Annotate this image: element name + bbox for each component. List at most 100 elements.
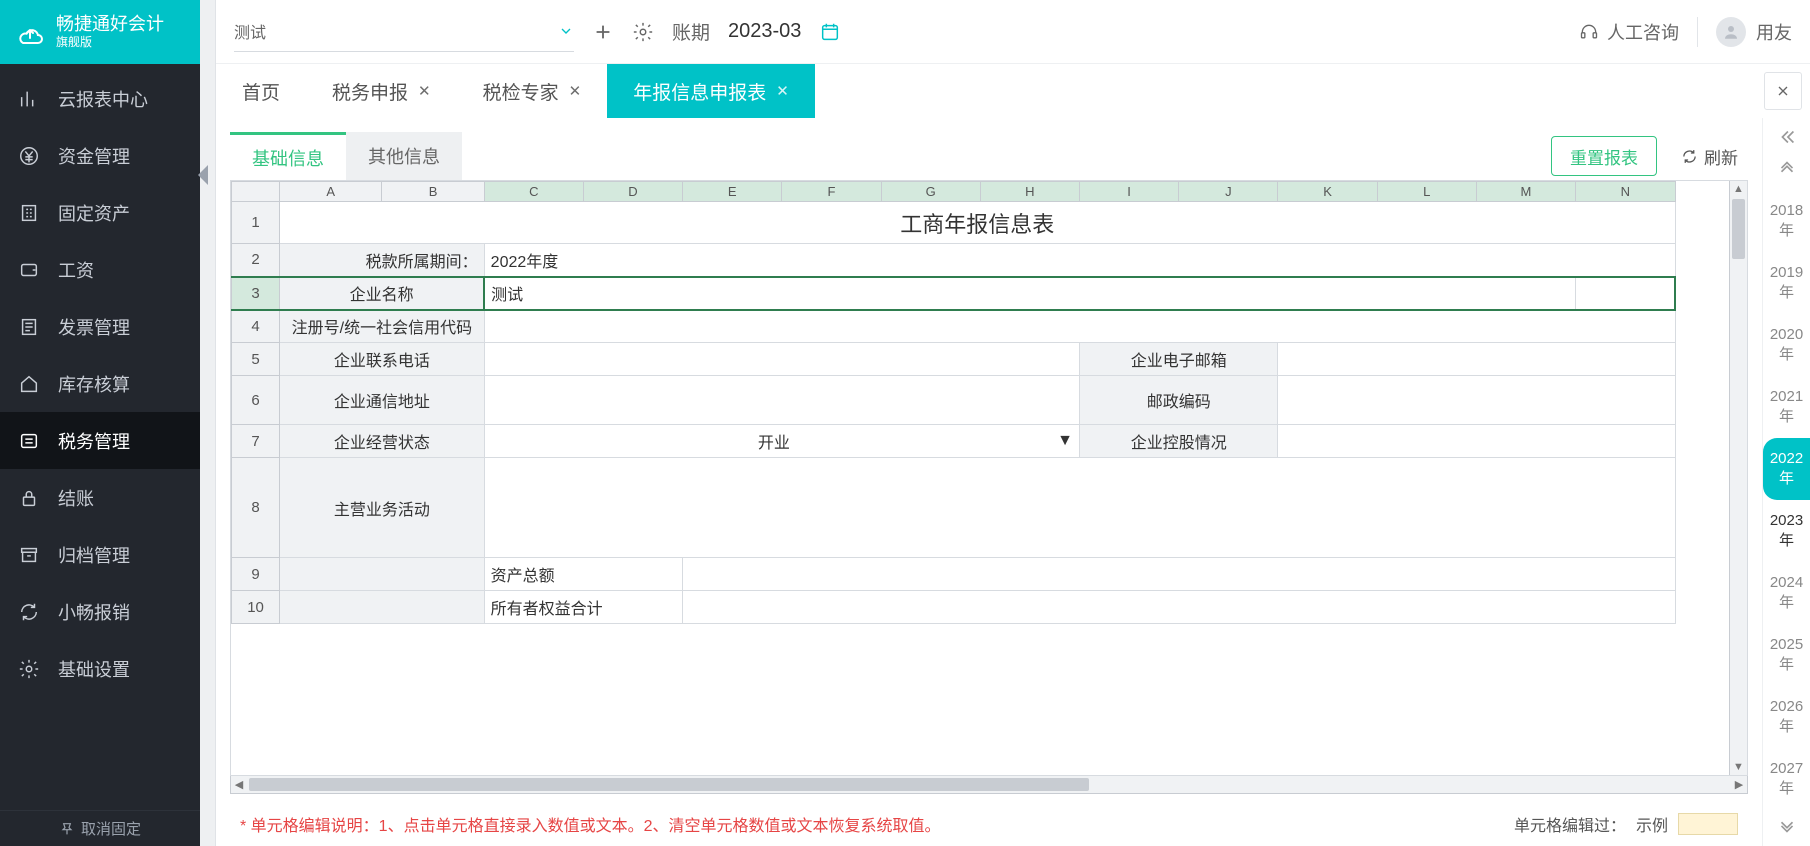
sidebar-item-settings[interactable]: 基础设置 <box>0 640 200 697</box>
company-settings-button[interactable] <box>632 21 654 43</box>
close-icon[interactable]: ✕ <box>776 82 789 100</box>
scrollbar-thumb[interactable] <box>1732 199 1745 259</box>
refresh-button[interactable]: 刷新 <box>1671 136 1748 176</box>
col-header[interactable]: F <box>782 182 881 202</box>
tab-tax-declare[interactable]: 税务申报✕ <box>306 64 457 118</box>
sidebar-item-archive[interactable]: 归档管理 <box>0 526 200 583</box>
year-2018[interactable]: 2018年 <box>1763 190 1810 252</box>
calendar-button[interactable] <box>819 21 841 43</box>
sidebar-item-closing[interactable]: 结账 <box>0 469 200 526</box>
cell-value[interactable] <box>683 558 1675 591</box>
col-header[interactable]: I <box>1079 182 1178 202</box>
cell-label[interactable]: 企业通信地址 <box>280 376 485 425</box>
cell-value[interactable] <box>1278 343 1675 376</box>
cell-value[interactable] <box>484 376 1079 425</box>
tab-tax-expert[interactable]: 税检专家✕ <box>457 64 608 118</box>
cell-label[interactable]: 注册号/统一社会信用代码 <box>280 310 485 343</box>
subtab-other[interactable]: 其他信息 <box>346 132 462 180</box>
cell-value[interactable] <box>484 458 1675 558</box>
company-selector[interactable]: 测试 <box>234 12 574 52</box>
subtab-basic[interactable]: 基础信息 <box>230 132 346 180</box>
sheet-title[interactable]: 工商年报信息表 <box>280 202 1675 244</box>
sidebar-item-expense[interactable]: 小畅报销 <box>0 583 200 640</box>
cell-label[interactable]: 主营业务活动 <box>280 458 485 558</box>
sidebar-item-report-center[interactable]: 云报表中心 <box>0 70 200 127</box>
user-menu[interactable]: 用友 <box>1716 17 1792 47</box>
scroll-right-icon[interactable]: ▶ <box>1731 778 1747 791</box>
scroll-left-icon[interactable]: ◀ <box>231 778 247 791</box>
scroll-down-icon[interactable]: ▼ <box>1730 759 1747 775</box>
cell-label[interactable] <box>280 591 485 624</box>
cell-value[interactable] <box>484 310 1675 343</box>
cell-value[interactable]: 2022年度 <box>484 244 1675 277</box>
cell-label[interactable] <box>280 558 485 591</box>
cell-label[interactable]: 企业名称 <box>280 277 485 310</box>
sidebar-item-fund[interactable]: 资金管理 <box>0 127 200 184</box>
reset-report-button[interactable]: 重置报表 <box>1551 136 1657 176</box>
year-2025[interactable]: 2025年 <box>1763 624 1810 686</box>
close-icon[interactable]: ✕ <box>569 82 582 100</box>
scroll-up-rail-icon[interactable] <box>1776 158 1798 180</box>
sheet-grid[interactable]: A B C D E F G H I J K L <box>231 181 1676 624</box>
row-header[interactable]: 10 <box>232 591 280 624</box>
cell-label[interactable]: 所有者权益合计 <box>484 591 682 624</box>
col-header[interactable]: A <box>280 182 382 202</box>
cell-value[interactable] <box>484 343 1079 376</box>
sidebar-item-salary[interactable]: 工资 <box>0 241 200 298</box>
year-2019[interactable]: 2019年 <box>1763 252 1810 314</box>
cell-label[interactable]: 邮政编码 <box>1079 376 1277 425</box>
cell-value[interactable] <box>683 591 1675 624</box>
cell-value[interactable] <box>1278 376 1675 425</box>
row-header[interactable]: 5 <box>232 343 280 376</box>
select-all-corner[interactable] <box>232 182 280 202</box>
close-all-tabs-button[interactable] <box>1764 72 1802 110</box>
col-header[interactable]: D <box>583 182 682 202</box>
row-header[interactable]: 8 <box>232 458 280 558</box>
col-header[interactable]: G <box>881 182 980 202</box>
cell-value[interactable]: 测试 <box>484 277 1575 310</box>
year-2020[interactable]: 2020年 <box>1763 314 1810 376</box>
cell-label[interactable]: 企业电子邮箱 <box>1079 343 1277 376</box>
cell-label[interactable]: 企业经营状态 <box>280 425 485 458</box>
cell-label[interactable]: 税款所属期间： <box>280 244 485 277</box>
cell-dropdown[interactable]: 开业▼ <box>484 425 1079 458</box>
year-2022[interactable]: 2022年 <box>1763 438 1810 500</box>
year-2027[interactable]: 2027年 <box>1763 748 1810 810</box>
year-2021[interactable]: 2021年 <box>1763 376 1810 438</box>
col-header[interactable]: H <box>980 182 1079 202</box>
consult-button[interactable]: 人工咨询 <box>1579 19 1679 45</box>
col-header[interactable]: K <box>1278 182 1377 202</box>
col-header[interactable]: E <box>683 182 782 202</box>
vertical-scrollbar[interactable]: ▲ ▼ <box>1729 181 1747 775</box>
col-header[interactable]: J <box>1179 182 1278 202</box>
close-icon[interactable]: ✕ <box>418 82 431 100</box>
sidebar-item-tax[interactable]: 税务管理 <box>0 412 200 469</box>
sidebar-collapse-handle[interactable] <box>200 0 216 846</box>
year-2023[interactable]: 2023年 <box>1763 500 1810 562</box>
year-2026[interactable]: 2026年 <box>1763 686 1810 748</box>
row-header[interactable]: 4 <box>232 310 280 343</box>
collapse-rail-icon[interactable] <box>1776 126 1798 148</box>
row-header[interactable]: 1 <box>232 202 280 244</box>
cell-label[interactable]: 企业联系电话 <box>280 343 485 376</box>
sidebar-item-invoice[interactable]: 发票管理 <box>0 298 200 355</box>
cell-label[interactable]: 资产总额 <box>484 558 682 591</box>
tab-home[interactable]: 首页 <box>216 64 306 118</box>
col-header[interactable]: M <box>1476 182 1575 202</box>
cell-value[interactable] <box>1278 425 1675 458</box>
row-header[interactable]: 9 <box>232 558 280 591</box>
scroll-down-rail-icon[interactable] <box>1776 814 1798 836</box>
row-header[interactable]: 7 <box>232 425 280 458</box>
cell-label[interactable]: 企业控股情况 <box>1079 425 1277 458</box>
year-2024[interactable]: 2024年 <box>1763 562 1810 624</box>
sidebar-item-fixed-assets[interactable]: 固定资产 <box>0 184 200 241</box>
unpin-button[interactable]: 取消固定 <box>0 810 200 846</box>
sidebar-item-inventory[interactable]: 库存核算 <box>0 355 200 412</box>
scroll-up-icon[interactable]: ▲ <box>1730 181 1747 197</box>
horizontal-scrollbar[interactable]: ◀ ▶ <box>230 776 1748 794</box>
tab-annual-report[interactable]: 年报信息申报表✕ <box>607 64 815 118</box>
col-header[interactable]: L <box>1377 182 1476 202</box>
row-header[interactable]: 3 <box>232 277 280 310</box>
col-header[interactable]: N <box>1576 182 1675 202</box>
add-company-button[interactable] <box>592 21 614 43</box>
